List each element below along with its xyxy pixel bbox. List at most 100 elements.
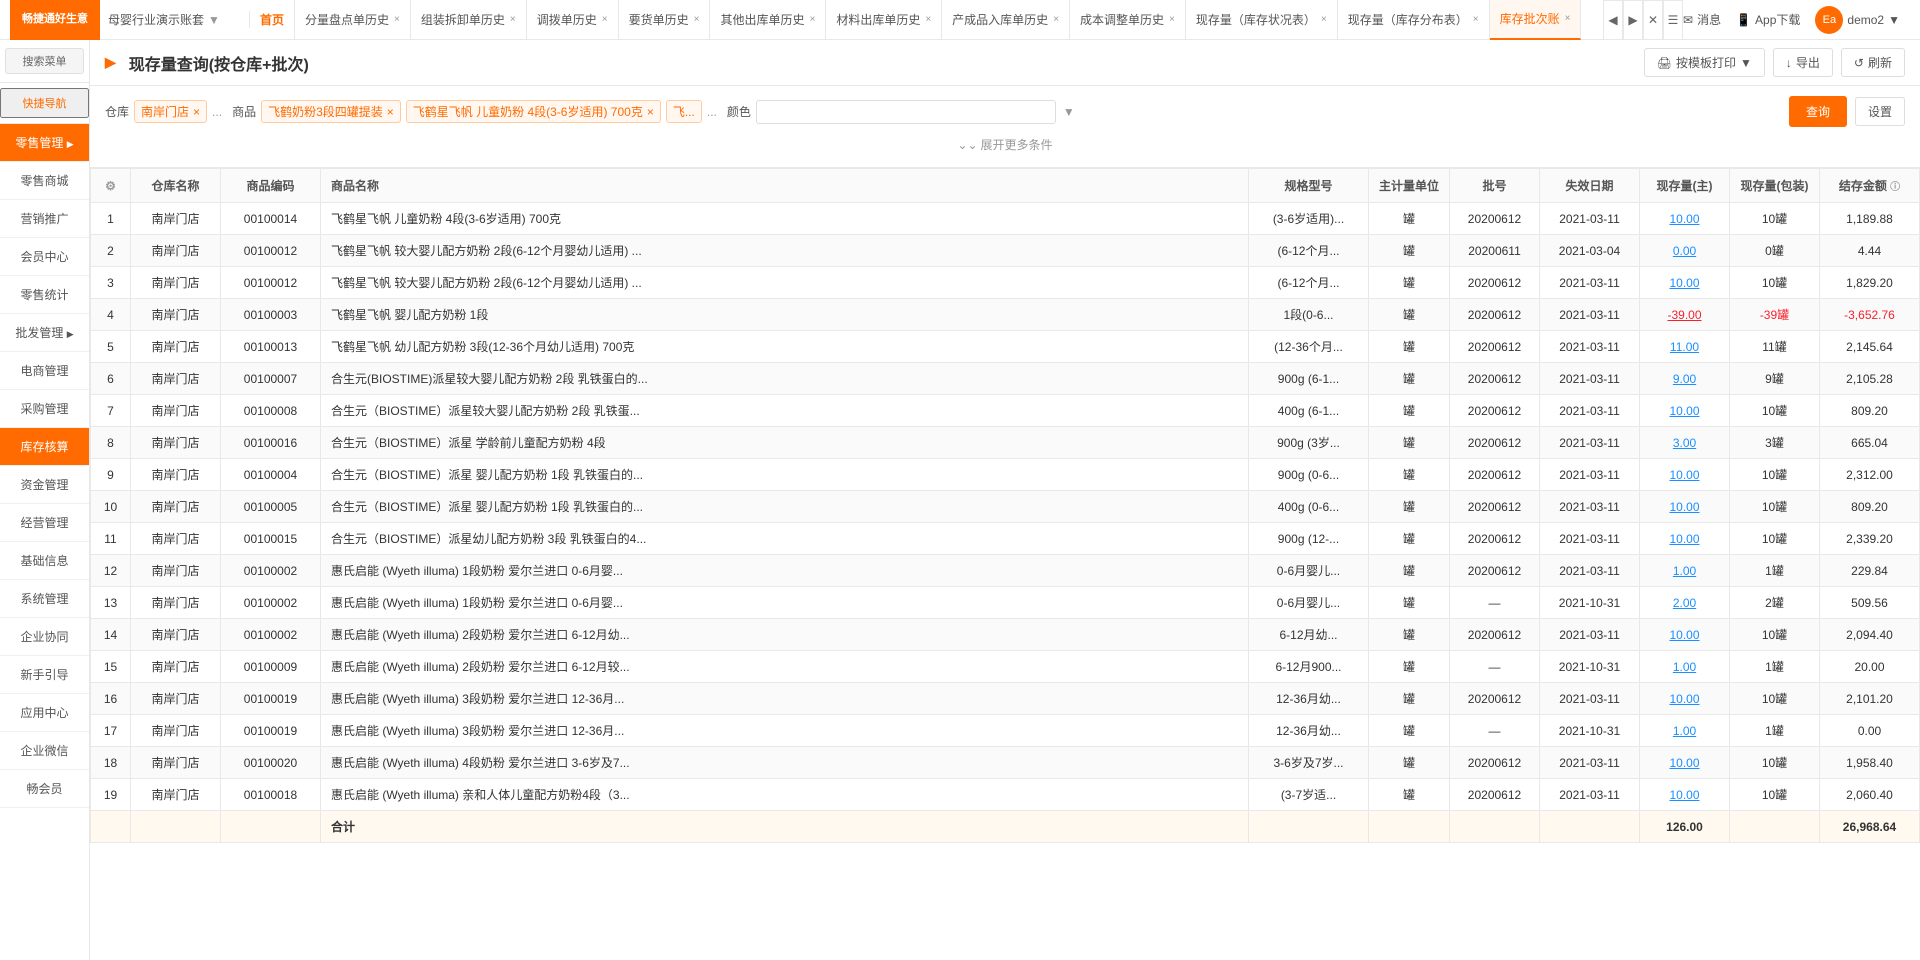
cell-stock-main[interactable]: 1.00: [1640, 715, 1730, 747]
cell-stock-main[interactable]: 11.00: [1640, 331, 1730, 363]
print-icon: 🖨: [1657, 56, 1672, 70]
cell-stock-main[interactable]: 2.00: [1640, 587, 1730, 619]
cell-stock-pkg: 11罐: [1730, 331, 1820, 363]
cell-stock-main[interactable]: 10.00: [1640, 683, 1730, 715]
sidebar-item-marketing[interactable]: 营销推广: [0, 200, 89, 238]
sidebar-item-retail-shop[interactable]: 零售商城: [0, 162, 89, 200]
cell-amount: 2,339.20: [1820, 523, 1920, 555]
cell-stock-main[interactable]: 9.00: [1640, 363, 1730, 395]
sidebar-item-retail-stats[interactable]: 零售统计: [0, 276, 89, 314]
cell-stock-pkg: -39罐: [1730, 299, 1820, 331]
sidebar-item-system[interactable]: 系统管理: [0, 580, 89, 618]
warehouse-more-btn[interactable]: ...: [212, 105, 222, 119]
tab-other-out-close[interactable]: ×: [809, 14, 815, 25]
sidebar-item-ecommerce[interactable]: 电商管理: [0, 352, 89, 390]
query-btn[interactable]: 查询: [1789, 96, 1847, 127]
tab-product-in[interactable]: 产成品入库单历史 ×: [942, 0, 1070, 40]
cell-stock-main[interactable]: 10.00: [1640, 267, 1730, 299]
table-row: 3 南岸门店 00100012 飞鹤星飞帆 较大婴儿配方奶粉 2段(6-12个月…: [91, 267, 1920, 299]
cell-stock-main[interactable]: 10.00: [1640, 491, 1730, 523]
cell-stock-main[interactable]: 10.00: [1640, 619, 1730, 651]
refresh-label: 刷新: [1868, 54, 1892, 71]
export-btn[interactable]: ↓ 导出: [1773, 48, 1833, 77]
tab-transfer[interactable]: 调拨单历史 ×: [527, 0, 619, 40]
goods-tag-1-remove[interactable]: ×: [387, 105, 394, 119]
cell-unit: 罐: [1368, 363, 1449, 395]
user-menu[interactable]: Ea demo2 ▼: [1815, 6, 1900, 34]
sidebar-item-member2[interactable]: 畅会员: [0, 770, 89, 808]
cell-stock-main[interactable]: 1.00: [1640, 651, 1730, 683]
tab-menu-btn[interactable]: ☰: [1663, 0, 1683, 40]
tab-stock-status[interactable]: 现存量（库存状况表） ×: [1186, 0, 1338, 40]
tab-material-out[interactable]: 材料出库单历史 ×: [826, 0, 942, 40]
tab-split-inventory[interactable]: 分量盘点单历史 ×: [295, 0, 411, 40]
goods-tag-more[interactable]: 飞...: [666, 100, 702, 123]
tab-prev-btn[interactable]: ◀: [1603, 0, 1623, 40]
tab-split-close[interactable]: ×: [394, 14, 400, 25]
cell-stock-main[interactable]: 10.00: [1640, 779, 1730, 811]
sidebar-item-guide[interactable]: 新手引导: [0, 656, 89, 694]
tab-dismantle[interactable]: 组装拆卸单历史 ×: [411, 0, 527, 40]
tab-dismantle-close[interactable]: ×: [510, 14, 516, 25]
sidebar-item-enterprise[interactable]: 企业协同: [0, 618, 89, 656]
tab-close-btn[interactable]: ✕: [1643, 0, 1663, 40]
sidebar-item-enterprise-wx[interactable]: 企业微信: [0, 732, 89, 770]
cell-serial: 7: [91, 395, 131, 427]
cell-stock-main[interactable]: 10.00: [1640, 203, 1730, 235]
expand-filter-btn[interactable]: ▶: [105, 54, 116, 71]
sidebar-item-finance[interactable]: 资金管理: [0, 466, 89, 504]
app-download-btn[interactable]: 📱 App下载: [1736, 11, 1800, 28]
tab-stock-batch[interactable]: 库存批次账 ×: [1490, 0, 1582, 40]
cell-stock-main[interactable]: 10.00: [1640, 747, 1730, 779]
search-menu-btn[interactable]: 搜索菜单: [5, 48, 84, 74]
tab-transfer-close[interactable]: ×: [602, 14, 608, 25]
sidebar-item-operation[interactable]: 经营管理: [0, 504, 89, 542]
table-row: 8 南岸门店 00100016 合生元（BIOSTIME）派星 学龄前儿童配方奶…: [91, 427, 1920, 459]
sidebar-item-retail-label: 零售管理: [15, 136, 63, 150]
tab-material-out-close[interactable]: ×: [925, 14, 931, 25]
sidebar-item-wholesale[interactable]: 批发管理 ▶: [0, 314, 89, 352]
messages-btn[interactable]: ✉ 消息: [1683, 11, 1721, 28]
tab-cost-adjust[interactable]: 成本调整单历史 ×: [1070, 0, 1186, 40]
tab-stock-dist-close[interactable]: ×: [1473, 14, 1479, 25]
tab-next-btn[interactable]: ▶: [1623, 0, 1643, 40]
cell-stock-main[interactable]: 10.00: [1640, 459, 1730, 491]
cell-stock-main[interactable]: 1.00: [1640, 555, 1730, 587]
account-selector[interactable]: 母婴行业演示账套 ▼: [100, 11, 250, 28]
sidebar-item-purchase[interactable]: 采购管理: [0, 390, 89, 428]
goods-tag-2-remove[interactable]: ×: [647, 105, 654, 119]
tab-transfer-label: 调拨单历史: [537, 11, 597, 28]
tab-home[interactable]: 首页: [250, 0, 295, 40]
sidebar-item-basic[interactable]: 基础信息: [0, 542, 89, 580]
table-header-row: ⚙ 仓库名称 商品编码 商品名称 规格型号 主计量单位 批号 失效日期 现存量(…: [91, 169, 1920, 203]
sidebar-item-member[interactable]: 会员中心: [0, 238, 89, 276]
summary-empty-2: [131, 811, 221, 843]
cell-stock-main[interactable]: 10.00: [1640, 523, 1730, 555]
settings-btn[interactable]: 设置: [1855, 97, 1905, 126]
sidebar-item-retail[interactable]: 零售管理 ▶: [0, 124, 89, 162]
warehouse-tag-remove[interactable]: ×: [193, 105, 200, 119]
tab-borrow-close[interactable]: ×: [694, 14, 700, 25]
goods-more-btn[interactable]: ...: [707, 105, 717, 119]
sidebar-nav-area: 快捷导航: [0, 83, 89, 124]
sidebar-item-inventory[interactable]: 库存核算: [0, 428, 89, 466]
tab-cost-adjust-close[interactable]: ×: [1169, 14, 1175, 25]
tab-stock-dist[interactable]: 现存量（库存分布表） ×: [1338, 0, 1490, 40]
tab-borrow[interactable]: 要货单历史 ×: [619, 0, 711, 40]
table-settings-icon[interactable]: ⚙: [105, 179, 116, 193]
shortcut-nav-btn[interactable]: 快捷导航: [0, 88, 89, 118]
cell-stock-main[interactable]: 0.00: [1640, 235, 1730, 267]
app-download-label: App下载: [1755, 11, 1800, 28]
expand-more-btn[interactable]: ⌄⌄ 展开更多条件: [105, 132, 1905, 157]
cell-stock-main[interactable]: 10.00: [1640, 395, 1730, 427]
tab-product-in-close[interactable]: ×: [1053, 14, 1059, 25]
template-print-btn[interactable]: 🖨 按模板打印 ▼: [1644, 48, 1765, 77]
tab-other-out[interactable]: 其他出库单历史 ×: [710, 0, 826, 40]
cell-stock-main[interactable]: -39.00: [1640, 299, 1730, 331]
sidebar-item-apps[interactable]: 应用中心: [0, 694, 89, 732]
tab-stock-status-close[interactable]: ×: [1321, 14, 1327, 25]
refresh-btn[interactable]: ↺ 刷新: [1841, 48, 1905, 77]
tab-stock-batch-close[interactable]: ×: [1565, 13, 1571, 24]
cell-stock-main[interactable]: 3.00: [1640, 427, 1730, 459]
color-input[interactable]: [756, 100, 1056, 124]
